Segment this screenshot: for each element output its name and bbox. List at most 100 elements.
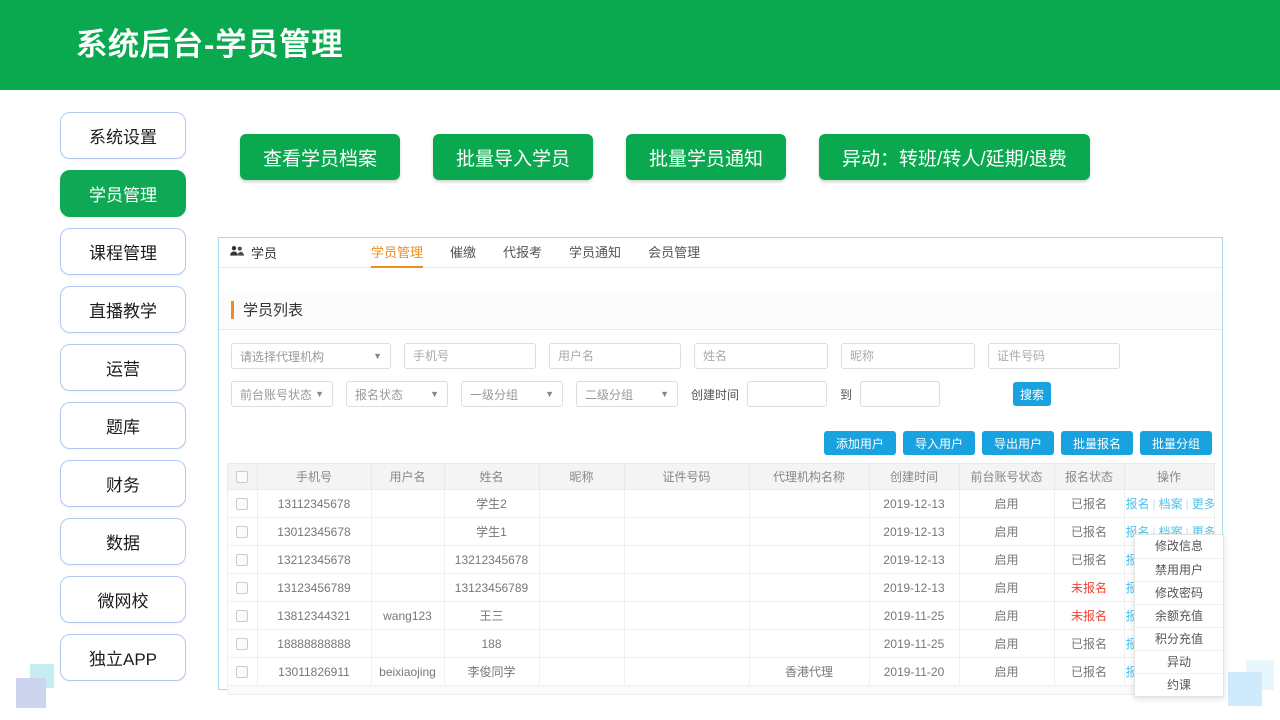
row-checkbox[interactable] — [236, 554, 248, 566]
row-checkbox[interactable] — [236, 498, 248, 510]
col-agency: 代理机构名称 — [749, 464, 869, 490]
tab-student-notice[interactable]: 学员通知 — [569, 238, 621, 268]
cell-name: 188 — [444, 630, 539, 658]
panel-tabs: 学员管理 催缴 代报考 学员通知 会员管理 — [371, 238, 727, 268]
students-table: 手机号 用户名 姓名 昵称 证件号码 代理机构名称 创建时间 前台账号状态 报名… — [227, 463, 1215, 686]
tab-student-management[interactable]: 学员管理 — [371, 238, 423, 268]
menu-item-edit-info[interactable]: 修改信息 — [1135, 535, 1223, 558]
cell-username: wang123 — [371, 602, 444, 630]
cell-phone: 13123456789 — [257, 574, 371, 602]
cell-created: 2019-11-25 — [869, 602, 959, 630]
sidebar-item-course-management[interactable]: 课程管理 — [60, 228, 186, 275]
cell-account-status: 启用 — [959, 490, 1054, 518]
sidebar-item-standalone-app[interactable]: 独立APP — [60, 634, 186, 681]
menu-item-disable-user[interactable]: 禁用用户 — [1135, 558, 1223, 581]
phone-filter-input[interactable] — [404, 343, 536, 369]
archive-link[interactable]: 档案 — [1159, 497, 1183, 511]
cell-name: 13123456789 — [444, 574, 539, 602]
cell-signup-status: 已报名 — [1054, 490, 1124, 518]
cell-phone: 13011826911 — [257, 658, 371, 686]
signup-link[interactable]: 报名 — [1126, 497, 1150, 511]
bulk-student-notice-button[interactable]: 批量学员通知 — [626, 134, 786, 180]
cell-account-status: 启用 — [959, 546, 1054, 574]
row-checkbox[interactable] — [236, 666, 248, 678]
table-footer-strip — [227, 686, 1214, 695]
username-filter-input[interactable] — [549, 343, 681, 369]
sidebar-item-micro-school[interactable]: 微网校 — [60, 576, 186, 623]
bulk-import-students-button[interactable]: 批量导入学员 — [433, 134, 593, 180]
search-button[interactable]: 搜索 — [1013, 382, 1051, 406]
view-student-archive-button[interactable]: 查看学员档案 — [240, 134, 400, 180]
signup-status-select[interactable]: 报名状态 ▼ — [346, 381, 448, 407]
account-status-select[interactable]: 前台账号状态 ▼ — [231, 381, 333, 407]
cell-account-status: 启用 — [959, 574, 1054, 602]
created-from-input[interactable] — [747, 381, 827, 407]
import-users-button[interactable]: 导入用户 — [903, 431, 975, 455]
cell-signup-status: 未报名 — [1054, 602, 1124, 630]
cell-phone: 13212345678 — [257, 546, 371, 574]
cell-username — [371, 630, 444, 658]
menu-item-book-lesson[interactable]: 约课 — [1135, 673, 1223, 696]
cell-agency — [749, 518, 869, 546]
nickname-filter-input[interactable] — [841, 343, 975, 369]
menu-item-points-recharge[interactable]: 积分充值 — [1135, 627, 1223, 650]
table-row: 13011826911 beixiaojing 李俊同学 香港代理 2019-1… — [227, 658, 1214, 686]
row-checkbox[interactable] — [236, 582, 248, 594]
tab-member-management[interactable]: 会员管理 — [648, 238, 700, 268]
cell-name: 学生1 — [444, 518, 539, 546]
cell-created: 2019-11-20 — [869, 658, 959, 686]
account-status-select-value: 前台账号状态 — [240, 386, 312, 403]
bulk-group-button[interactable]: 批量分组 — [1140, 431, 1212, 455]
cell-nickname — [539, 658, 624, 686]
tab-payment-reminder[interactable]: 催缴 — [450, 238, 476, 268]
cell-created: 2019-12-13 — [869, 574, 959, 602]
cell-agency — [749, 490, 869, 518]
sidebar-item-question-bank[interactable]: 题库 — [60, 402, 186, 449]
bulk-signup-button[interactable]: 批量报名 — [1061, 431, 1133, 455]
decoration-square-lavender — [16, 678, 46, 708]
more-link[interactable]: 更多 — [1192, 497, 1214, 511]
sidebar-item-system-settings[interactable]: 系统设置 — [60, 112, 186, 159]
created-to-input[interactable] — [860, 381, 940, 407]
export-users-button[interactable]: 导出用户 — [982, 431, 1054, 455]
menu-item-change-transfer[interactable]: 异动 — [1135, 650, 1223, 673]
cell-account-status: 启用 — [959, 602, 1054, 630]
cell-signup-status: 已报名 — [1054, 658, 1124, 686]
row-checkbox[interactable] — [236, 526, 248, 538]
cell-id-number — [624, 518, 749, 546]
table-row: 13012345678 学生1 2019-12-13 启用 已报名 报名|档案|… — [227, 518, 1214, 546]
page-title: 系统后台-学员管理 — [0, 0, 1280, 90]
group-level1-select[interactable]: 一级分组 ▼ — [461, 381, 563, 407]
cell-nickname — [539, 518, 624, 546]
module-label-text: 学员 — [251, 243, 277, 262]
group-level2-select[interactable]: 二级分组 ▼ — [576, 381, 678, 407]
add-user-button[interactable]: 添加用户 — [824, 431, 896, 455]
name-filter-input[interactable] — [694, 343, 828, 369]
sidebar-item-student-management[interactable]: 学员管理 — [60, 170, 186, 217]
agency-select[interactable]: 请选择代理机构 ▼ — [231, 343, 391, 369]
cell-account-status: 启用 — [959, 630, 1054, 658]
sidebar-item-data[interactable]: 数据 — [60, 518, 186, 565]
row-checkbox[interactable] — [236, 638, 248, 650]
select-all-checkbox[interactable] — [236, 471, 248, 483]
menu-item-balance-recharge[interactable]: 余额充值 — [1135, 604, 1223, 627]
cell-created: 2019-12-13 — [869, 518, 959, 546]
bulk-actions: 添加用户 导入用户 导出用户 批量报名 批量分组 — [219, 419, 1222, 463]
sidebar-item-live-teaching[interactable]: 直播教学 — [60, 286, 186, 333]
id-number-filter-input[interactable] — [988, 343, 1120, 369]
change-transfer-button[interactable]: 异动：转班/转人/延期/退费 — [819, 134, 1090, 180]
tab-proxy-exam[interactable]: 代报考 — [503, 238, 542, 268]
created-time-label: 创建时间 — [691, 386, 739, 403]
row-checkbox[interactable] — [236, 610, 248, 622]
chevron-down-icon: ▼ — [373, 351, 382, 361]
cell-created: 2019-12-13 — [869, 546, 959, 574]
sidebar-item-finance[interactable]: 财务 — [60, 460, 186, 507]
chevron-down-icon: ▼ — [545, 389, 554, 399]
cell-created: 2019-11-25 — [869, 630, 959, 658]
sidebar-item-operations[interactable]: 运营 — [60, 344, 186, 391]
menu-item-change-password[interactable]: 修改密码 — [1135, 581, 1223, 604]
cell-agency — [749, 602, 869, 630]
cell-id-number — [624, 574, 749, 602]
chevron-down-icon: ▼ — [660, 389, 669, 399]
cell-nickname — [539, 546, 624, 574]
